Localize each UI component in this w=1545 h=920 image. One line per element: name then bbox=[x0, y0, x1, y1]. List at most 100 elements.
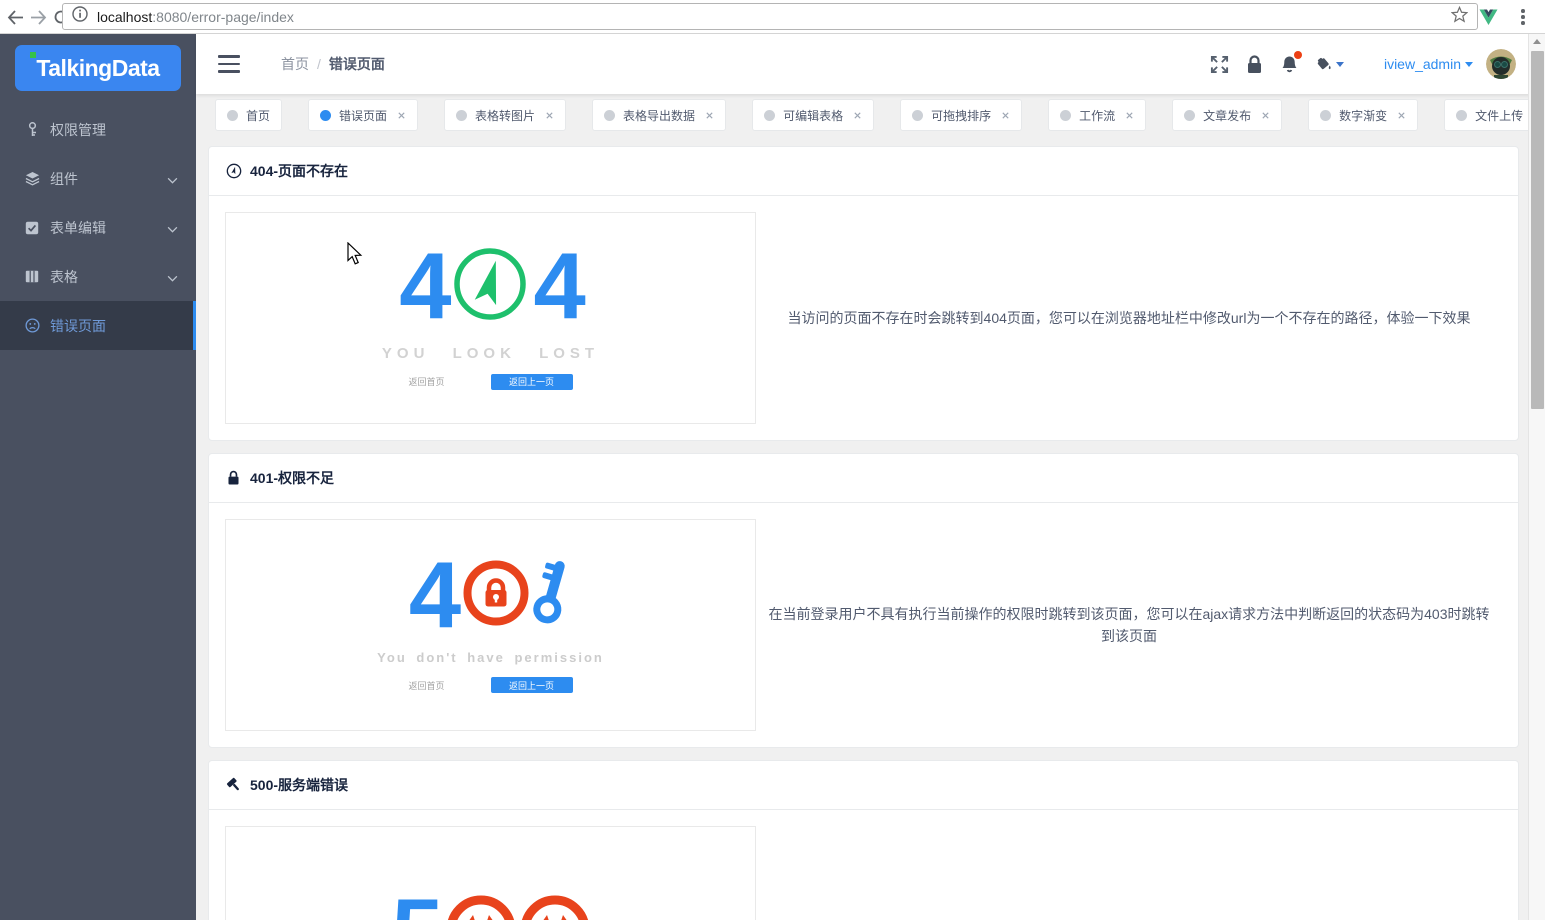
checkbox-icon bbox=[24, 220, 40, 236]
tab-close-icon[interactable] bbox=[396, 110, 406, 120]
url-text[interactable]: localhost:8080/error-page/index bbox=[97, 9, 1451, 25]
back-previous-button[interactable]: 返回上一页 bbox=[490, 373, 573, 390]
tab-close-icon[interactable] bbox=[544, 110, 554, 120]
tab-close-icon[interactable] bbox=[852, 110, 862, 120]
tab-label: 文件上传 bbox=[1475, 108, 1524, 123]
tab-dot-icon bbox=[604, 109, 616, 121]
header-actions: iview_admin bbox=[1209, 34, 1516, 94]
sidebar-item-components[interactable]: 组件 bbox=[0, 154, 196, 203]
tab-label: 可拖拽排序 bbox=[931, 108, 992, 123]
compass-icon bbox=[225, 163, 242, 180]
browser-menu-icon[interactable] bbox=[1513, 7, 1533, 27]
back-previous-button[interactable]: 返回上一页 bbox=[490, 677, 573, 693]
big-digit: 5 bbox=[391, 885, 443, 920]
talkingdata-logo[interactable]: TalkingData bbox=[15, 45, 181, 91]
tab-dot-icon bbox=[1184, 109, 1196, 121]
tab-editable-table[interactable]: 可编辑表格 bbox=[752, 99, 875, 131]
back-home-link[interactable]: 返回首页 bbox=[408, 375, 444, 388]
window-scrollbar[interactable] bbox=[1528, 34, 1545, 920]
vue-devtools-icon[interactable] bbox=[1478, 7, 1498, 27]
tab-home[interactable]: 首页 bbox=[215, 99, 283, 131]
tab-workflow[interactable]: 工作流 bbox=[1048, 99, 1147, 131]
tab-label: 表格导出数据 bbox=[623, 108, 696, 123]
lock-icon[interactable] bbox=[1244, 53, 1266, 75]
hammer-icon bbox=[225, 777, 242, 794]
card-401-header: 401-权限不足 bbox=[209, 454, 1518, 503]
bookmark-star-icon[interactable] bbox=[1450, 5, 1469, 28]
theme-caret-icon bbox=[1335, 61, 1344, 67]
sidebar-item-label: 权限管理 bbox=[50, 121, 106, 138]
back-home-link[interactable]: 返回首页 bbox=[408, 679, 444, 692]
breadcrumb-home[interactable]: 首页 bbox=[281, 54, 309, 74]
tab-label: 文章发布 bbox=[1203, 108, 1252, 123]
tab-error-page[interactable]: 错误页面 bbox=[308, 99, 419, 131]
scrollbar-up-icon[interactable] bbox=[1529, 34, 1545, 49]
card-title: 500-服务端错误 bbox=[250, 777, 349, 793]
card-500: 500-服务端错误 5 bbox=[208, 760, 1519, 920]
tab-label: 可编辑表格 bbox=[783, 108, 844, 123]
key-icon bbox=[24, 122, 40, 138]
tab-dot-icon bbox=[320, 109, 332, 121]
tab-label: 首页 bbox=[246, 108, 271, 123]
tab-label: 错误页面 bbox=[339, 108, 388, 123]
tab-dot-icon bbox=[764, 109, 776, 121]
tab-label: 工作流 bbox=[1079, 108, 1116, 123]
tab-dot-icon bbox=[1456, 109, 1468, 121]
sidebar-item-form-editor[interactable]: 表单编辑 bbox=[0, 203, 196, 252]
logo-green-dot bbox=[30, 52, 36, 58]
tab-dot-icon bbox=[912, 109, 924, 121]
error-tagline: YOU LOOK LOST bbox=[381, 344, 600, 362]
bell-icon[interactable] bbox=[1279, 51, 1302, 75]
chevron-down-icon bbox=[167, 269, 178, 285]
devil-circle-icon bbox=[446, 895, 516, 920]
tab-number-transition[interactable]: 数字渐变 bbox=[1308, 99, 1419, 131]
header-bar: 首页 / 错误页面 iview_admin bbox=[196, 34, 1545, 94]
description-text: 在当前登录用户不具有执行当前操作的权限时跳转到该页面，您可以在ajax请求方法中… bbox=[768, 606, 1490, 644]
sidebar-item-permission[interactable]: 权限管理 bbox=[0, 105, 196, 154]
card-401-body: 4 You don't have permission 返回首页 返回上一页 在… bbox=[209, 503, 1518, 747]
page-info-icon[interactable] bbox=[72, 6, 88, 27]
tab-close-icon[interactable] bbox=[1124, 110, 1134, 120]
card-500-header: 500-服务端错误 bbox=[209, 761, 1518, 810]
tab-close-icon[interactable] bbox=[1396, 110, 1406, 120]
fullscreen-icon[interactable] bbox=[1209, 53, 1231, 75]
lock-circle-icon bbox=[463, 560, 529, 631]
sidebar-item-tables[interactable]: 表格 bbox=[0, 252, 196, 301]
tab-article-publish[interactable]: 文章发布 bbox=[1172, 99, 1283, 131]
big-digit: 4 bbox=[399, 233, 451, 338]
tab-label: 数字渐变 bbox=[1339, 108, 1388, 123]
tab-drag-sort[interactable]: 可拖拽排序 bbox=[900, 99, 1023, 131]
sidebar-item-error-page[interactable]: 错误页面 bbox=[0, 301, 196, 350]
card-404-header: 404-页面不存在 bbox=[209, 147, 1518, 196]
address-bar[interactable]: localhost:8080/error-page/index bbox=[62, 3, 1478, 30]
browser-chrome: localhost:8080/error-page/index bbox=[0, 0, 1545, 34]
chevron-down-icon bbox=[167, 171, 178, 187]
tab-dot-icon bbox=[227, 109, 238, 121]
tab-dot-icon bbox=[1320, 109, 1332, 121]
logo-text: TalkingData bbox=[36, 54, 160, 81]
tab-close-icon[interactable] bbox=[1000, 110, 1010, 120]
user-menu[interactable]: iview_admin bbox=[1384, 56, 1473, 72]
error-500-illustration: 5 bbox=[225, 826, 756, 920]
theme-icon[interactable] bbox=[1314, 53, 1346, 75]
tab-close-icon[interactable] bbox=[1260, 110, 1270, 120]
tab-close-icon[interactable] bbox=[704, 110, 714, 120]
error-404-illustration: 4 4 YOU LOOK LOST 返回首页 返回上一页 bbox=[225, 212, 756, 424]
card-404-description-area: 当访问的页面不存在时会跳转到404页面，您可以在浏览器地址栏中修改url为一个不… bbox=[756, 212, 1502, 424]
main-area: 首页 / 错误页面 iview_admin 首页 错误页面 表格转图片 表格导出… bbox=[196, 34, 1545, 920]
tab-table-to-image[interactable]: 表格转图片 bbox=[444, 99, 567, 131]
avatar[interactable] bbox=[1486, 49, 1516, 79]
sidebar-item-label: 组件 bbox=[50, 170, 78, 187]
card-500-description-area: 当请求之后出现服务端错误时跳转到该页面，你可以在ajax请求方法中判断返回的状态… bbox=[756, 826, 1502, 920]
tab-table-export[interactable]: 表格导出数据 bbox=[592, 99, 727, 131]
compass-needle-icon bbox=[453, 247, 527, 326]
scrollbar-thumb[interactable] bbox=[1531, 51, 1544, 409]
collapse-menu-button[interactable] bbox=[218, 55, 240, 73]
tab-dot-icon bbox=[456, 109, 468, 121]
tab-label: 表格转图片 bbox=[475, 108, 536, 123]
sidebar-item-label: 错误页面 bbox=[50, 317, 106, 334]
breadcrumb-separator: / bbox=[317, 56, 321, 72]
card-title: 404-页面不存在 bbox=[250, 163, 349, 179]
sidebar: TalkingData 权限管理 组件 表单编辑 表格 错误页面 bbox=[0, 34, 196, 920]
devil-circle-icon bbox=[520, 895, 590, 920]
